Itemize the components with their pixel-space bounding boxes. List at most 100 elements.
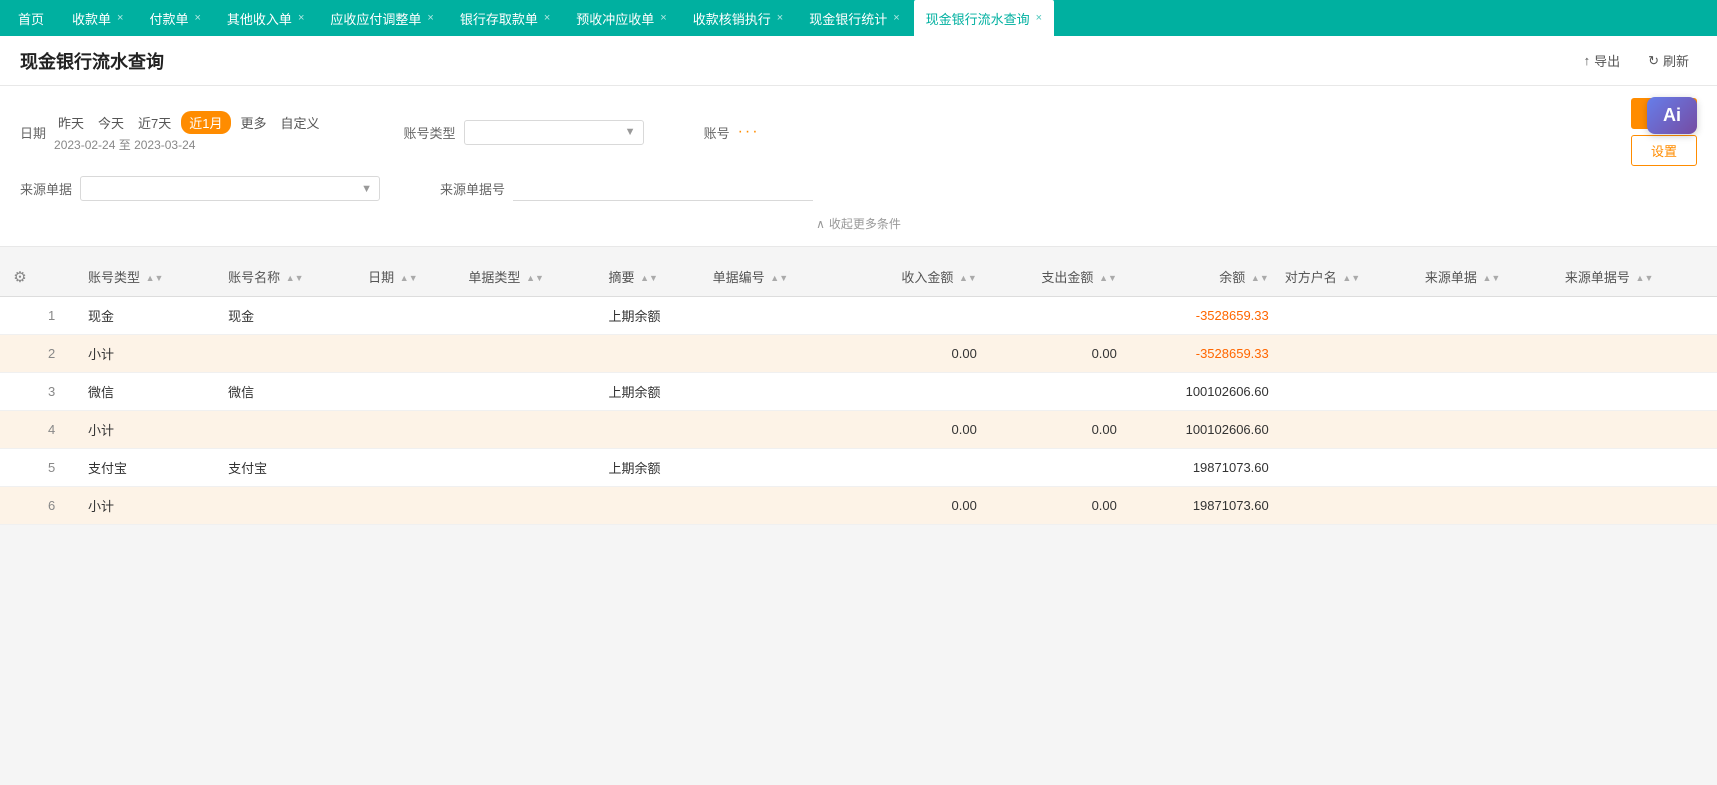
nav-tab-label: 预收冲应收单 [576,9,654,28]
income-column-header[interactable]: 收入金额 ▲▼ [845,257,985,297]
row-account-type-cell: 微信 [80,373,220,411]
date-shortcut-今天[interactable]: 今天 [94,111,128,134]
source-doc-no-label: 来源单据号 [440,179,505,198]
balance-column-header[interactable]: 余额 ▲▼ [1125,257,1277,297]
nav-tab-应收应付调整单[interactable]: 应收应付调整单 × [318,0,445,36]
source-doc-select[interactable] [80,176,380,201]
row-doc-no-cell [705,411,845,449]
account-type-label: 账号类型 [404,123,456,142]
account-dots-button[interactable]: ··· [738,123,760,141]
export-button[interactable]: ↑ 导出 [1576,47,1629,74]
counterpart-sort-icon: ▲▼ [1342,274,1360,283]
row-date-cell [360,487,460,525]
settings-button[interactable]: 设置 [1631,135,1697,166]
nav-tab-label: 应收应付调整单 [330,9,421,28]
nav-tab-付款单[interactable]: 付款单× [137,0,212,36]
row-account-type-cell: 支付宝 [80,449,220,487]
date-shortcut-更多[interactable]: 更多 [237,111,271,134]
nav-home[interactable]: 首页 [4,0,58,36]
account-name-column-header[interactable]: 账号名称 ▲▼ [220,257,360,297]
account-type-select[interactable] [464,120,644,145]
row-income-cell: 0.00 [845,411,985,449]
nav-tab-label: 现金银行统计 [809,9,887,28]
row-settings-cell [0,487,40,525]
row-summary-cell: 上期余额 [601,449,705,487]
date-shortcut-自定义[interactable]: 自定义 [277,111,324,134]
source-doc-no-filter-group: 来源单据号 [440,177,813,201]
summary-column-header[interactable]: 摘要 ▲▼ [601,257,705,297]
row-settings-cell [0,335,40,373]
row-source-doc-cell [1417,373,1557,411]
nav-tab-收款单[interactable]: 收款单× [60,0,135,36]
close-tab-icon[interactable]: × [117,12,123,24]
row-account-type-cell: 小计 [80,411,220,449]
source-doc-label: 来源单据 [20,179,72,198]
row-summary-cell: 上期余额 [601,373,705,411]
row-source-doc-cell [1417,411,1557,449]
ai-badge[interactable]: Ai [1647,97,1697,134]
row-doc-type-cell [460,449,600,487]
row-source-doc-no-cell [1557,297,1717,335]
row-expense-cell [985,297,1125,335]
row-doc-no-cell [705,449,845,487]
row-source-doc-no-cell [1557,449,1717,487]
doc-no-header-label: 单据编号 [713,270,765,285]
account-type-column-header[interactable]: 账号类型 ▲▼ [80,257,220,297]
row-balance-cell: -3528659.33 [1125,297,1277,335]
header-actions: ↑ 导出 ↻ 刷新 [1576,47,1697,74]
source-doc-select-wrapper: ▼ [80,176,380,201]
row-source-doc-no-cell [1557,373,1717,411]
source-doc-sort-icon: ▲▼ [1482,274,1500,283]
row-doc-type-cell [460,411,600,449]
expense-column-header[interactable]: 支出金额 ▲▼ [985,257,1125,297]
collapse-label: 收起更多条件 [829,215,901,232]
row-account-type-cell: 现金 [80,297,220,335]
balance-sort-icon: ▲▼ [1251,274,1269,283]
row-expense-cell: 0.00 [985,335,1125,373]
nav-tab-label: 收款核销执行 [693,9,771,28]
collapse-bar[interactable]: ∧ 收起更多条件 [20,211,1697,236]
close-tab-icon[interactable]: × [544,12,550,24]
row-counterpart-cell [1277,411,1417,449]
close-tab-icon[interactable]: × [298,12,304,24]
date-shortcut-近1月[interactable]: 近1月 [181,111,230,134]
date-column-header[interactable]: 日期 ▲▼ [360,257,460,297]
doc-type-column-header[interactable]: 单据类型 ▲▼ [460,257,600,297]
date-shortcut-近7天[interactable]: 近7天 [134,111,175,134]
row-source-doc-cell [1417,487,1557,525]
close-tab-icon[interactable]: × [194,12,200,24]
counterpart-column-header[interactable]: 对方户名 ▲▼ [1277,257,1417,297]
source-doc-no-input[interactable] [513,177,813,201]
page-header: 现金银行流水查询 ↑ 导出 ↻ 刷新 [0,36,1717,86]
collapse-up-icon: ∧ [816,217,825,231]
close-tab-icon[interactable]: × [777,12,783,24]
table-row: 6 小计 0.00 0.00 19871073.60 [0,487,1717,525]
export-icon: ↑ [1584,53,1591,68]
row-counterpart-cell [1277,487,1417,525]
source-doc-column-header[interactable]: 来源单据 ▲▼ [1417,257,1557,297]
row-expense-cell [985,373,1125,411]
row-expense-cell: 0.00 [985,487,1125,525]
row-account-name-cell: 微信 [220,373,360,411]
doc-no-column-header[interactable]: 单据编号 ▲▼ [705,257,845,297]
nav-tab-预收冲应收单[interactable]: 预收冲应收单 × [564,0,678,36]
nav-tab-收款核销执行[interactable]: 收款核销执行 × [681,0,795,36]
settings-column-header[interactable]: ⚙ [0,257,40,297]
date-shortcut-昨天[interactable]: 昨天 [54,111,88,134]
source-doc-no-column-header[interactable]: 来源单据号 ▲▼ [1557,257,1717,297]
close-tab-icon[interactable]: × [427,12,433,24]
close-tab-icon[interactable]: × [660,12,666,24]
nav-tab-银行存取款单[interactable]: 银行存取款单× [448,0,562,36]
nav-tab-现金银行统计[interactable]: 现金银行统计 × [797,0,911,36]
row-income-cell [845,297,985,335]
refresh-button[interactable]: ↻ 刷新 [1640,47,1697,74]
row-account-name-cell: 现金 [220,297,360,335]
counterpart-header-label: 对方户名 [1285,270,1337,285]
row-account-name-cell [220,487,360,525]
nav-tab-现金银行流水查询[interactable]: 现金银行流水查询× [914,0,1054,36]
close-tab-icon[interactable]: × [893,12,899,24]
nav-tab-其他收入单[interactable]: 其他收入单× [215,0,316,36]
close-tab-icon[interactable]: × [1036,12,1042,24]
account-name-header-label: 账号名称 [228,270,280,285]
row-counterpart-cell [1277,335,1417,373]
